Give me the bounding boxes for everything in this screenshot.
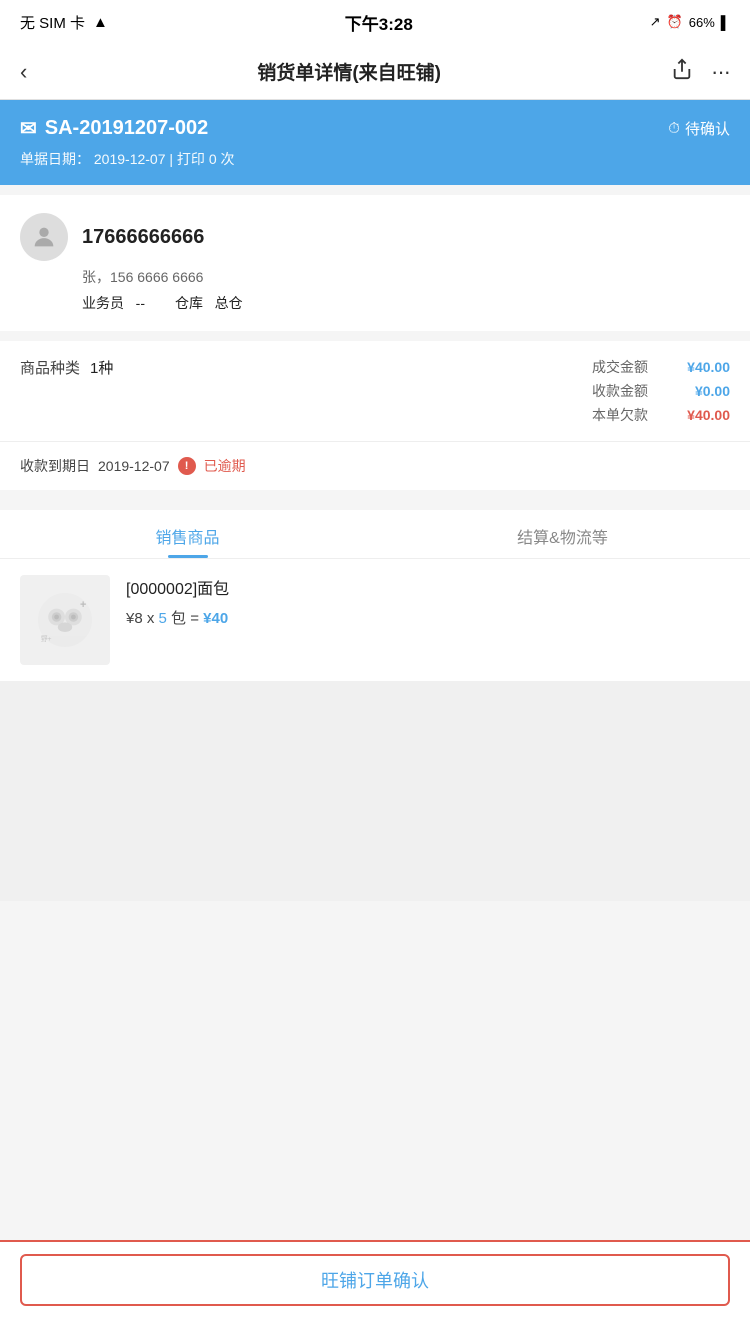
summary-section: 商品种类 1种 成交金额 ¥40.00 收款金额 ¥0.00 本单欠款 ¥40.… (0, 341, 750, 441)
customer-section: 17666666666 张，156 6666 6666 业务员 -- 仓库 总仓 (0, 195, 750, 331)
product-price: ¥8 x 5 包 = ¥40 (126, 607, 730, 628)
financial-summary: 成交金额 ¥40.00 收款金额 ¥0.00 本单欠款 ¥40.00 (592, 357, 730, 425)
nav-bar: ‹ 销货单详情(来自旺铺) ··· (0, 44, 750, 100)
transaction-row: 成交金额 ¥40.00 (592, 357, 730, 377)
status-left: 无 SIM 卡 ▲ (20, 12, 108, 33)
page-title: 销货单详情(来自旺铺) (257, 58, 441, 85)
tabs-bar: 销售商品 结算&物流等 (0, 510, 750, 559)
status-bar: 无 SIM 卡 ▲ 下午3:28 ↗ ⏰ 66% ▌ (0, 0, 750, 44)
carrier-label: 无 SIM 卡 (20, 12, 85, 33)
divider-2 (0, 490, 750, 500)
svg-text:野+: 野+ (41, 635, 52, 643)
alarm-icon: ⏰ (667, 14, 683, 30)
product-image: + 野+ (20, 575, 110, 665)
svg-text:+: + (80, 599, 86, 611)
confirm-order-button[interactable]: 旺铺订单确认 (20, 1254, 730, 1306)
received-row: 收款金额 ¥0.00 (592, 381, 730, 401)
customer-name: 张，156 6666 6666 (82, 267, 730, 287)
status-clock-icon: ⏱ (668, 120, 680, 137)
content-area (0, 681, 750, 901)
tab-settlement[interactable]: 结算&物流等 (375, 510, 750, 558)
product-name: [0000002]面包 (126, 575, 730, 599)
share-button[interactable] (671, 58, 693, 86)
customer-avatar (20, 213, 68, 261)
nav-actions: ··· (671, 58, 730, 86)
overdue-warning-icon: ! (178, 457, 196, 475)
customer-phone: 17666666666 (82, 226, 204, 249)
sales-label: 业务员 -- (82, 293, 145, 313)
due-date-value: 2019-12-07 (98, 458, 170, 474)
back-button[interactable]: ‹ (20, 59, 27, 85)
wifi-icon: ▲ (93, 14, 108, 31)
order-date: 单据日期： 2019-12-07 | 打印 0 次 (20, 149, 730, 169)
tab-products[interactable]: 销售商品 (0, 510, 375, 558)
tabs-section: 销售商品 结算&物流等 + 野+ [000 (0, 510, 750, 681)
order-header: ✉ SA-20191207-002 ⏱ 待确认 单据日期： 2019-12-07… (0, 100, 750, 185)
overdue-label: 已逾期 (204, 456, 246, 476)
product-info: [0000002]面包 ¥8 x 5 包 = ¥40 (126, 575, 730, 628)
product-item: + 野+ [0000002]面包 ¥8 x 5 包 = ¥40 (0, 559, 750, 681)
customer-meta: 业务员 -- 仓库 总仓 (82, 293, 730, 313)
warehouse-label: 仓库 总仓 (175, 293, 243, 313)
owed-row: 本单欠款 ¥40.00 (592, 405, 730, 425)
bottom-bar: 旺铺订单确认 (0, 1240, 750, 1334)
divider-1 (0, 331, 750, 341)
status-right: ↗ ⏰ 66% ▌ (650, 14, 730, 30)
battery-label: 66% (689, 15, 715, 30)
order-id: ✉ SA-20191207-002 (20, 116, 208, 141)
status-time: 下午3:28 (345, 10, 413, 35)
more-button[interactable]: ··· (711, 59, 730, 85)
location-icon: ↗ (650, 14, 661, 30)
order-status: ⏱ 待确认 (668, 118, 730, 139)
order-icon: ✉ (20, 116, 37, 141)
due-date-label: 收款到期日 (20, 456, 90, 476)
overdue-section: 收款到期日 2019-12-07 ! 已逾期 (0, 442, 750, 490)
battery-icon: ▌ (721, 15, 730, 30)
category-info: 商品种类 1种 (20, 357, 113, 378)
